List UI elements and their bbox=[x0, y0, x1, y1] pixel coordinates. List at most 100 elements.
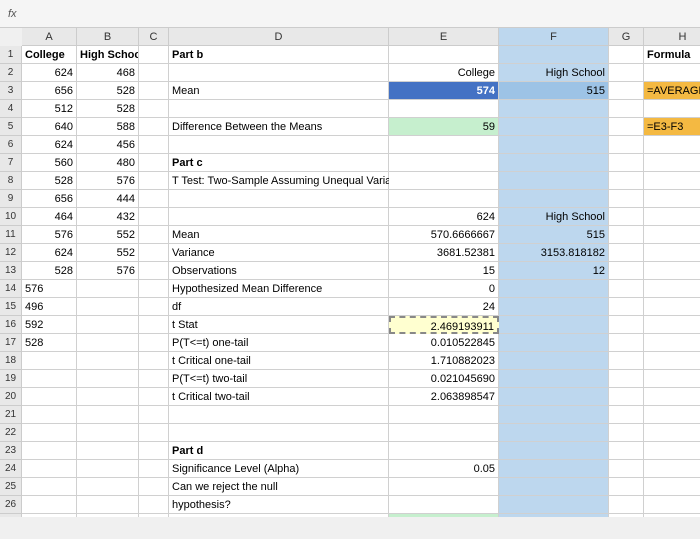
cell-g22[interactable] bbox=[609, 424, 644, 442]
cell-c21[interactable] bbox=[139, 406, 169, 424]
cell-b1[interactable]: High School bbox=[77, 46, 139, 64]
cell-h21[interactable] bbox=[644, 406, 700, 424]
cell-c24[interactable] bbox=[139, 460, 169, 478]
cell-h15[interactable] bbox=[644, 298, 700, 316]
cell-b27[interactable] bbox=[77, 514, 139, 517]
cell-c19[interactable] bbox=[139, 370, 169, 388]
cell-f24[interactable] bbox=[499, 460, 609, 478]
cell-g1[interactable] bbox=[609, 46, 644, 64]
cell-b4[interactable]: 528 bbox=[77, 100, 139, 118]
cell-a2[interactable]: 624 bbox=[22, 64, 77, 82]
cell-d17[interactable]: P(T<=t) one-tail bbox=[169, 334, 389, 352]
cell-g11[interactable] bbox=[609, 226, 644, 244]
cell-a27[interactable] bbox=[22, 514, 77, 517]
cell-h6[interactable] bbox=[644, 136, 700, 154]
cell-c7[interactable] bbox=[139, 154, 169, 172]
cell-d11[interactable]: Mean bbox=[169, 226, 389, 244]
cell-d23[interactable]: Part d bbox=[169, 442, 389, 460]
cell-e21[interactable] bbox=[389, 406, 499, 424]
cell-f14[interactable] bbox=[499, 280, 609, 298]
cell-b2[interactable]: 468 bbox=[77, 64, 139, 82]
cell-f4[interactable] bbox=[499, 100, 609, 118]
cell-d3[interactable]: Mean bbox=[169, 82, 389, 100]
cell-d20[interactable]: t Critical two-tail bbox=[169, 388, 389, 406]
cell-d18[interactable]: t Critical one-tail bbox=[169, 352, 389, 370]
cell-b8[interactable]: 576 bbox=[77, 172, 139, 190]
cell-b15[interactable] bbox=[77, 298, 139, 316]
cell-d7[interactable]: Part c bbox=[169, 154, 389, 172]
cell-h19[interactable] bbox=[644, 370, 700, 388]
cell-e17[interactable]: 0.010522845 bbox=[389, 334, 499, 352]
cell-e1[interactable] bbox=[389, 46, 499, 64]
cell-c8[interactable] bbox=[139, 172, 169, 190]
cell-a13[interactable]: 528 bbox=[22, 262, 77, 280]
cell-h3[interactable]: =AVERAGE(A:A) bbox=[644, 82, 700, 100]
cell-h9[interactable] bbox=[644, 190, 700, 208]
cell-d27[interactable]: (Enter "Can" or "Cannot") bbox=[169, 514, 389, 517]
col-header-b[interactable]: B bbox=[77, 28, 139, 45]
cell-a8[interactable]: 528 bbox=[22, 172, 77, 190]
cell-h13[interactable] bbox=[644, 262, 700, 280]
cell-d10[interactable] bbox=[169, 208, 389, 226]
cell-h2[interactable] bbox=[644, 64, 700, 82]
cell-d9[interactable] bbox=[169, 190, 389, 208]
cell-d19[interactable]: P(T<=t) two-tail bbox=[169, 370, 389, 388]
cell-d13[interactable]: Observations bbox=[169, 262, 389, 280]
cell-g19[interactable] bbox=[609, 370, 644, 388]
cell-g17[interactable] bbox=[609, 334, 644, 352]
cell-a24[interactable] bbox=[22, 460, 77, 478]
cell-f10[interactable]: High School bbox=[499, 208, 609, 226]
cell-e3[interactable]: 574 bbox=[389, 82, 499, 100]
cell-f18[interactable] bbox=[499, 352, 609, 370]
cell-e11[interactable]: 570.6666667 bbox=[389, 226, 499, 244]
cell-d4[interactable] bbox=[169, 100, 389, 118]
cell-c23[interactable] bbox=[139, 442, 169, 460]
cell-a18[interactable] bbox=[22, 352, 77, 370]
cell-a16[interactable]: 592 bbox=[22, 316, 77, 334]
cell-h4[interactable] bbox=[644, 100, 700, 118]
cell-f21[interactable] bbox=[499, 406, 609, 424]
cell-a26[interactable] bbox=[22, 496, 77, 514]
cell-g6[interactable] bbox=[609, 136, 644, 154]
cell-f26[interactable] bbox=[499, 496, 609, 514]
cell-g2[interactable] bbox=[609, 64, 644, 82]
cell-a20[interactable] bbox=[22, 388, 77, 406]
cell-d22[interactable] bbox=[169, 424, 389, 442]
cell-h5[interactable]: =E3-F3 bbox=[644, 118, 700, 136]
cell-h7[interactable] bbox=[644, 154, 700, 172]
cell-f3[interactable]: 515 bbox=[499, 82, 609, 100]
cell-g21[interactable] bbox=[609, 406, 644, 424]
cell-d14[interactable]: Hypothesized Mean Difference bbox=[169, 280, 389, 298]
cell-g14[interactable] bbox=[609, 280, 644, 298]
col-header-h[interactable]: H bbox=[644, 28, 700, 45]
cell-a9[interactable]: 656 bbox=[22, 190, 77, 208]
cell-c20[interactable] bbox=[139, 388, 169, 406]
cell-f19[interactable] bbox=[499, 370, 609, 388]
cell-h11[interactable] bbox=[644, 226, 700, 244]
cell-c6[interactable] bbox=[139, 136, 169, 154]
cell-a6[interactable]: 624 bbox=[22, 136, 77, 154]
cell-d8[interactable]: T Test: Two-Sample Assuming Unequal Vari… bbox=[169, 172, 389, 190]
cell-d15[interactable]: df bbox=[169, 298, 389, 316]
cell-b5[interactable]: 588 bbox=[77, 118, 139, 136]
cell-f23[interactable] bbox=[499, 442, 609, 460]
cell-g27[interactable] bbox=[609, 514, 644, 517]
cell-h26[interactable] bbox=[644, 496, 700, 514]
cell-e5[interactable]: 59 bbox=[389, 118, 499, 136]
cell-h18[interactable] bbox=[644, 352, 700, 370]
cell-f1[interactable] bbox=[499, 46, 609, 64]
cell-f27[interactable]: =IF(E17<E25,"Can","Ca bbox=[499, 514, 609, 517]
cell-e18[interactable]: 1.710882023 bbox=[389, 352, 499, 370]
cell-c26[interactable] bbox=[139, 496, 169, 514]
cell-h10[interactable] bbox=[644, 208, 700, 226]
cell-a15[interactable]: 496 bbox=[22, 298, 77, 316]
cell-a10[interactable]: 464 bbox=[22, 208, 77, 226]
cell-f22[interactable] bbox=[499, 424, 609, 442]
cell-c13[interactable] bbox=[139, 262, 169, 280]
cell-h24[interactable] bbox=[644, 460, 700, 478]
cell-h20[interactable] bbox=[644, 388, 700, 406]
cell-a3[interactable]: 656 bbox=[22, 82, 77, 100]
cell-e16[interactable]: 2.469193911 bbox=[389, 316, 499, 334]
col-header-g[interactable]: G bbox=[609, 28, 644, 45]
cell-b12[interactable]: 552 bbox=[77, 244, 139, 262]
